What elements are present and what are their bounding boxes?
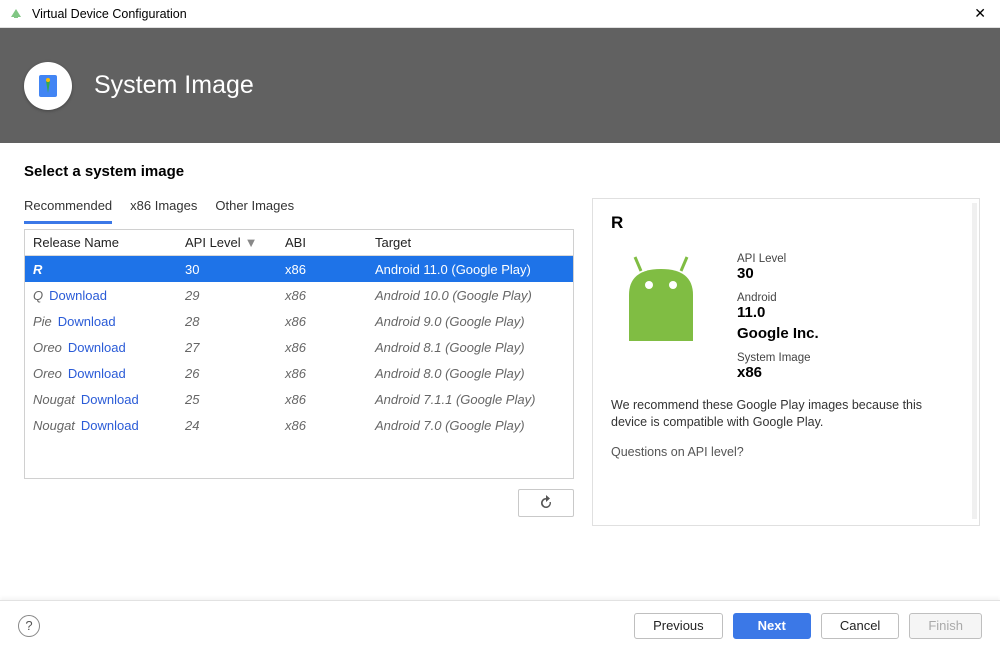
detail-api-value: 30 [737,265,819,282]
release-name: Oreo [33,366,62,381]
release-name: Q [33,288,43,303]
table-row[interactable]: Oreo Download 26x86Android 8.0 (Google Pla… [25,360,573,386]
table-row[interactable]: Q Download 29x86Android 10.0 (Google Play) [25,282,573,308]
tab-recommended[interactable]: Recommended [24,198,112,224]
api-cell: 30 [185,262,285,277]
release-name: Pie [33,314,52,329]
col-header-target[interactable]: Target [375,235,573,250]
tab-other-images[interactable]: Other Images [215,198,294,224]
target-cell: Android 7.0 (Google Play) [375,418,573,433]
android-studio-icon [8,7,24,21]
header-icon-circle [24,62,72,110]
detail-android-label: Android [737,292,819,304]
release-name: Nougat [33,392,75,407]
abi-cell: x86 [285,314,375,329]
abi-cell: x86 [285,340,375,355]
next-button[interactable]: Next [733,613,811,639]
table-row[interactable]: R 30x86Android 11.0 (Google Play) [25,256,573,282]
header-band: System Image [0,28,1000,143]
api-cell: 27 [185,340,285,355]
target-cell: Android 8.0 (Google Play) [375,366,573,381]
finish-button[interactable]: Finish [909,613,982,639]
window-title: Virtual Device Configuration [32,7,187,21]
abi-cell: x86 [285,366,375,381]
image-table: Release Name API Level ▼ ABI Target R30x… [24,229,574,479]
recommendation-text: We recommend these Google Play images be… [611,397,961,431]
download-link[interactable]: Download [58,314,116,329]
detail-title: R [611,213,961,233]
detail-panel: R API Level 30 Android 11.0 G [592,198,980,526]
abi-cell: x86 [285,418,375,433]
detail-android-value: 11.0 [737,304,819,321]
page-title: System Image [94,71,254,100]
col-header-release[interactable]: Release Name [25,235,185,250]
previous-button[interactable]: Previous [634,613,723,639]
close-icon[interactable]: ✕ [968,5,992,22]
api-cell: 28 [185,314,285,329]
col-header-abi[interactable]: ABI [285,235,375,250]
tabs: Recommended x86 Images Other Images [24,198,574,225]
download-link[interactable]: Download [49,288,107,303]
target-cell: Android 11.0 (Google Play) [375,262,573,277]
target-cell: Android 8.1 (Google Play) [375,340,573,355]
tab-x86-images[interactable]: x86 Images [130,198,197,224]
table-row[interactable]: Nougat Download 24x86Android 7.0 (Google P… [25,412,573,438]
col-header-api[interactable]: API Level ▼ [185,235,285,250]
detail-api-label: API Level [737,253,819,265]
detail-vendor: Google Inc. [737,325,819,342]
refresh-button[interactable] [518,489,574,517]
titlebar: Virtual Device Configuration ✕ [0,0,1000,28]
release-name: Oreo [33,340,62,355]
android-studio-logo-icon [33,71,63,101]
android-mascot-icon [611,251,711,391]
cancel-button[interactable]: Cancel [821,613,899,639]
detail-sysimg-label: System Image [737,352,819,364]
table-row[interactable]: Pie Download 28x86Android 9.0 (Google Play… [25,308,573,334]
api-cell: 25 [185,392,285,407]
download-link[interactable]: Download [81,392,139,407]
abi-cell: x86 [285,288,375,303]
api-cell: 26 [185,366,285,381]
help-icon[interactable]: ? [18,615,40,637]
api-cell: 24 [185,418,285,433]
footer: ? Previous Next Cancel Finish [0,600,1000,650]
abi-cell: x86 [285,262,375,277]
table-row[interactable]: Oreo Download 27x86Android 8.1 (Google Pla… [25,334,573,360]
subheading: Select a system image [24,163,980,180]
table-row[interactable]: Nougat Download 25x86Android 7.1.1 (Google… [25,386,573,412]
target-cell: Android 10.0 (Google Play) [375,288,573,303]
download-link[interactable]: Download [68,340,126,355]
refresh-icon [538,495,554,511]
target-cell: Android 7.1.1 (Google Play) [375,392,573,407]
abi-cell: x86 [285,392,375,407]
detail-sysimg-value: x86 [737,364,819,381]
release-name: R [33,262,42,277]
api-cell: 29 [185,288,285,303]
sort-desc-icon: ▼ [245,235,258,250]
download-link[interactable]: Download [81,418,139,433]
questions-text: Questions on API level? [611,445,961,459]
download-link[interactable]: Download [68,366,126,381]
target-cell: Android 9.0 (Google Play) [375,314,573,329]
table-header: Release Name API Level ▼ ABI Target [25,230,573,256]
release-name: Nougat [33,418,75,433]
